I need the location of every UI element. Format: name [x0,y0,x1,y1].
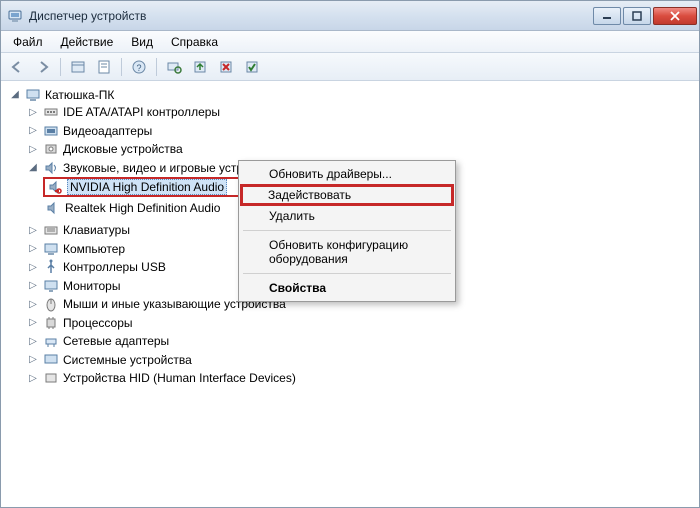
toolbar: ? [1,53,699,81]
tb-show-hidden-button[interactable] [66,56,90,78]
tree-item-system[interactable]: ▷ Системные устройства [25,352,194,368]
tree-item-label: Дисковые устройства [63,142,183,156]
tb-help-button[interactable]: ? [127,56,151,78]
toolbar-separator [156,58,157,76]
tb-properties-button[interactable] [92,56,116,78]
tree-item-label: Видеоадаптеры [63,124,152,138]
ctx-update-drivers[interactable]: Обновить драйверы... [241,163,453,185]
tree-item-label: Сетевые адаптеры [63,334,169,348]
tree-item-video[interactable]: ▷ Видеоадаптеры [25,123,154,139]
computer-icon [43,241,59,257]
expand-icon[interactable]: ▷ [27,125,39,137]
toolbar-separator [60,58,61,76]
tree-item-label: Контроллеры USB [63,260,166,274]
ctx-enable[interactable]: Задействовать [240,184,454,206]
expand-icon[interactable]: ▷ [27,143,39,155]
hid-icon [43,370,59,386]
tree-item-realtek-audio[interactable]: Realtek High Definition Audio [43,200,222,216]
tree-item-label: Realtek High Definition Audio [65,201,220,215]
expand-icon[interactable]: ▷ [27,354,39,366]
mouse-icon [43,296,59,312]
system-device-icon [43,352,59,368]
expand-icon[interactable]: ▷ [27,243,39,255]
tree-item-label: IDE ATA/ATAPI контроллеры [63,105,220,119]
tree-item-computer[interactable]: ▷ Компьютер [25,241,127,257]
collapse-icon[interactable]: ◢ [27,162,39,174]
expand-icon[interactable]: ▷ [27,106,39,118]
tb-enable-button[interactable] [240,56,264,78]
toolbar-separator [121,58,122,76]
window-controls [593,7,697,25]
tree-item-cpu[interactable]: ▷ Процессоры [25,315,135,331]
tree-item-monitor[interactable]: ▷ Мониторы [25,278,122,294]
tree-item-network[interactable]: ▷ Сетевые адаптеры [25,333,171,349]
menu-help[interactable]: Справка [163,33,226,51]
controller-icon [43,104,59,120]
tb-forward-button[interactable] [31,56,55,78]
expand-icon[interactable]: ▷ [27,335,39,347]
ctx-scan-hardware[interactable]: Обновить конфигурацию оборудования [241,234,453,270]
tree-item-usb[interactable]: ▷ Контроллеры USB [25,259,168,275]
tree-item-label: Устройства HID (Human Interface Devices) [63,371,296,385]
menu-action[interactable]: Действие [53,33,122,51]
tb-back-button[interactable] [5,56,29,78]
minimize-button[interactable] [593,7,621,25]
collapse-icon[interactable]: ◢ [9,89,21,101]
menu-file[interactable]: Файл [5,33,51,51]
app-icon [7,8,23,24]
ctx-separator [243,273,451,274]
disk-icon [43,141,59,157]
tree-item-nvidia-audio[interactable]: NVIDIA High Definition Audio [43,177,269,197]
tree-root-label: Катюшка-ПК [45,88,114,102]
tree-item-keyboard[interactable]: ▷ Клавиатуры [25,222,132,238]
titlebar: Диспетчер устройств [1,1,699,31]
tree-item-label: Системные устройства [63,353,192,367]
expand-icon[interactable]: ▷ [27,280,39,292]
window-title: Диспетчер устройств [29,9,593,23]
tree-item-label: Клавиатуры [63,223,130,237]
tree-root[interactable]: ◢ Катюшка-ПК [7,87,116,103]
menu-view[interactable]: Вид [123,33,161,51]
monitor-icon [43,278,59,294]
expand-icon[interactable]: ▷ [27,372,39,384]
tb-update-driver-button[interactable] [188,56,212,78]
tree-item-label: NVIDIA High Definition Audio [67,179,227,195]
ctx-separator [243,230,451,231]
tb-scan-button[interactable] [162,56,186,78]
usb-icon [43,259,59,275]
expand-icon[interactable]: ▷ [27,224,39,236]
sound-device-icon [45,200,61,216]
tree-item-label: Процессоры [63,316,133,330]
network-icon [43,333,59,349]
context-menu: Обновить драйверы... Задействовать Удали… [238,160,456,302]
tree-item-hid[interactable]: ▷ Устройства HID (Human Interface Devices… [25,370,298,386]
keyboard-icon [43,222,59,238]
ctx-uninstall[interactable]: Удалить [241,205,453,227]
ctx-properties[interactable]: Свойства [241,277,453,299]
cpu-icon [43,315,59,331]
tree-item-label: Мониторы [63,279,120,293]
menubar: Файл Действие Вид Справка [1,31,699,53]
tree-item-disk[interactable]: ▷ Дисковые устройства [25,141,185,157]
expand-icon[interactable]: ▷ [27,317,39,329]
tb-uninstall-button[interactable] [214,56,238,78]
expand-icon[interactable]: ▷ [27,298,39,310]
maximize-button[interactable] [623,7,651,25]
computer-icon [25,87,41,103]
display-adapter-icon [43,123,59,139]
close-button[interactable] [653,7,697,25]
tree-item-label: Компьютер [63,242,125,256]
sound-device-icon [47,179,63,195]
svg-text:?: ? [136,63,141,73]
expand-icon[interactable]: ▷ [27,261,39,273]
tree-item-ide[interactable]: ▷ IDE ATA/ATAPI контроллеры [25,104,222,120]
sound-icon [43,160,59,176]
